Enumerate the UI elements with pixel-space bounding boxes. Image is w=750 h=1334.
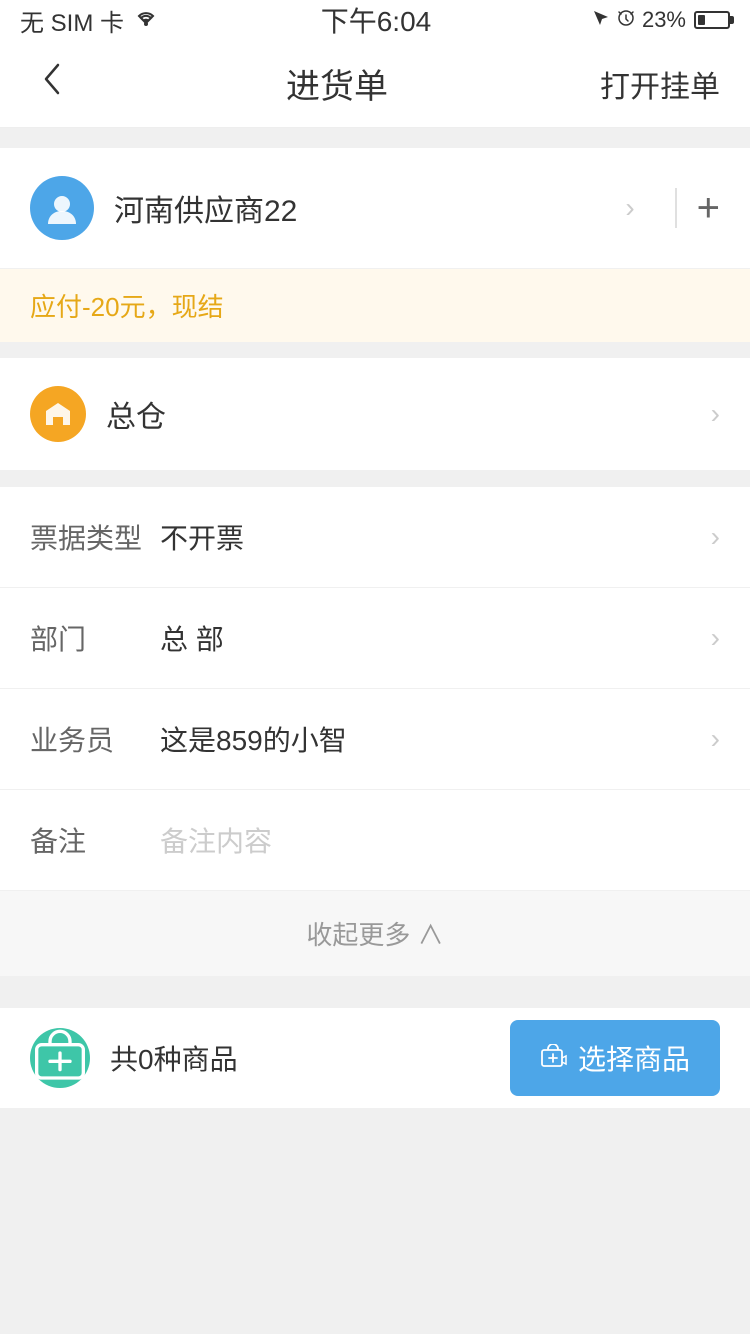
supplier-row[interactable]: 河南供应商22 › + xyxy=(0,148,750,269)
add-supplier-button[interactable]: + xyxy=(697,188,720,228)
location-icon xyxy=(592,7,610,33)
status-right: 23% xyxy=(592,7,730,33)
status-time: 下午6:04 xyxy=(321,0,432,40)
section-divider-3 xyxy=(0,976,750,992)
select-goods-button[interactable]: 选择商品 xyxy=(510,1020,720,1096)
department-label: 部门 xyxy=(30,618,160,658)
notice-text: 应付-20元，现结 xyxy=(30,292,224,322)
department-chevron-icon: › xyxy=(711,622,720,654)
section-divider-2 xyxy=(0,471,750,487)
invoice-type-label: 票据类型 xyxy=(30,517,160,557)
section-divider-1 xyxy=(0,342,750,358)
warehouse-label: 总仓 xyxy=(106,392,711,436)
goods-count: 共0种商品 xyxy=(110,1038,510,1078)
select-goods-label: 选择商品 xyxy=(578,1038,690,1078)
supplier-divider xyxy=(675,188,677,228)
salesperson-chevron-icon: › xyxy=(711,723,720,755)
status-left: 无 SIM 卡 xyxy=(20,3,160,38)
invoice-type-value: 不开票 xyxy=(160,517,711,557)
battery-text: 23% xyxy=(642,7,686,33)
supplier-card: 河南供应商22 › + 应付-20元，现结 xyxy=(0,148,750,342)
form-card: 票据类型 不开票 › 部门 总 部 › 业务员 这是859的小智 › 备注 备注… xyxy=(0,487,750,891)
collapse-label: 收起更多 ∧ xyxy=(306,915,443,952)
department-row[interactable]: 部门 总 部 › xyxy=(0,588,750,689)
notice-bar: 应付-20元，现结 xyxy=(0,269,750,342)
invoice-type-chevron-icon: › xyxy=(711,521,720,553)
remark-row[interactable]: 备注 备注内容 xyxy=(0,790,750,891)
goods-icon xyxy=(30,1028,90,1088)
alarm-icon xyxy=(616,7,636,33)
warehouse-row[interactable]: 总仓 › xyxy=(0,358,750,471)
supplier-chevron-icon: › xyxy=(625,192,634,224)
carrier-text: 无 SIM 卡 xyxy=(20,3,124,38)
section-gap-top xyxy=(0,128,750,148)
goods-bar: 共0种商品 选择商品 xyxy=(0,1008,750,1108)
battery-icon xyxy=(694,11,730,29)
salesperson-label: 业务员 xyxy=(30,719,160,759)
warehouse-icon xyxy=(30,386,86,442)
status-bar: 无 SIM 卡 下午6:04 xyxy=(0,0,750,40)
remark-value[interactable]: 备注内容 xyxy=(160,820,720,860)
remark-label: 备注 xyxy=(30,820,160,860)
page-title: 进货单 xyxy=(286,59,388,108)
supplier-name: 河南供应商22 xyxy=(114,186,625,230)
back-button[interactable] xyxy=(30,49,74,118)
nav-bar: 进货单 打开挂单 xyxy=(0,40,750,128)
open-pending-button[interactable]: 打开挂单 xyxy=(600,62,720,106)
supplier-avatar xyxy=(30,176,94,240)
salesperson-row[interactable]: 业务员 这是859的小智 › xyxy=(0,689,750,790)
salesperson-value: 这是859的小智 xyxy=(160,719,711,759)
department-value: 总 部 xyxy=(160,618,711,658)
collapse-row[interactable]: 收起更多 ∧ xyxy=(0,891,750,976)
warehouse-chevron-icon: › xyxy=(711,398,720,430)
invoice-type-row[interactable]: 票据类型 不开票 › xyxy=(0,487,750,588)
wifi-icon xyxy=(132,6,160,34)
